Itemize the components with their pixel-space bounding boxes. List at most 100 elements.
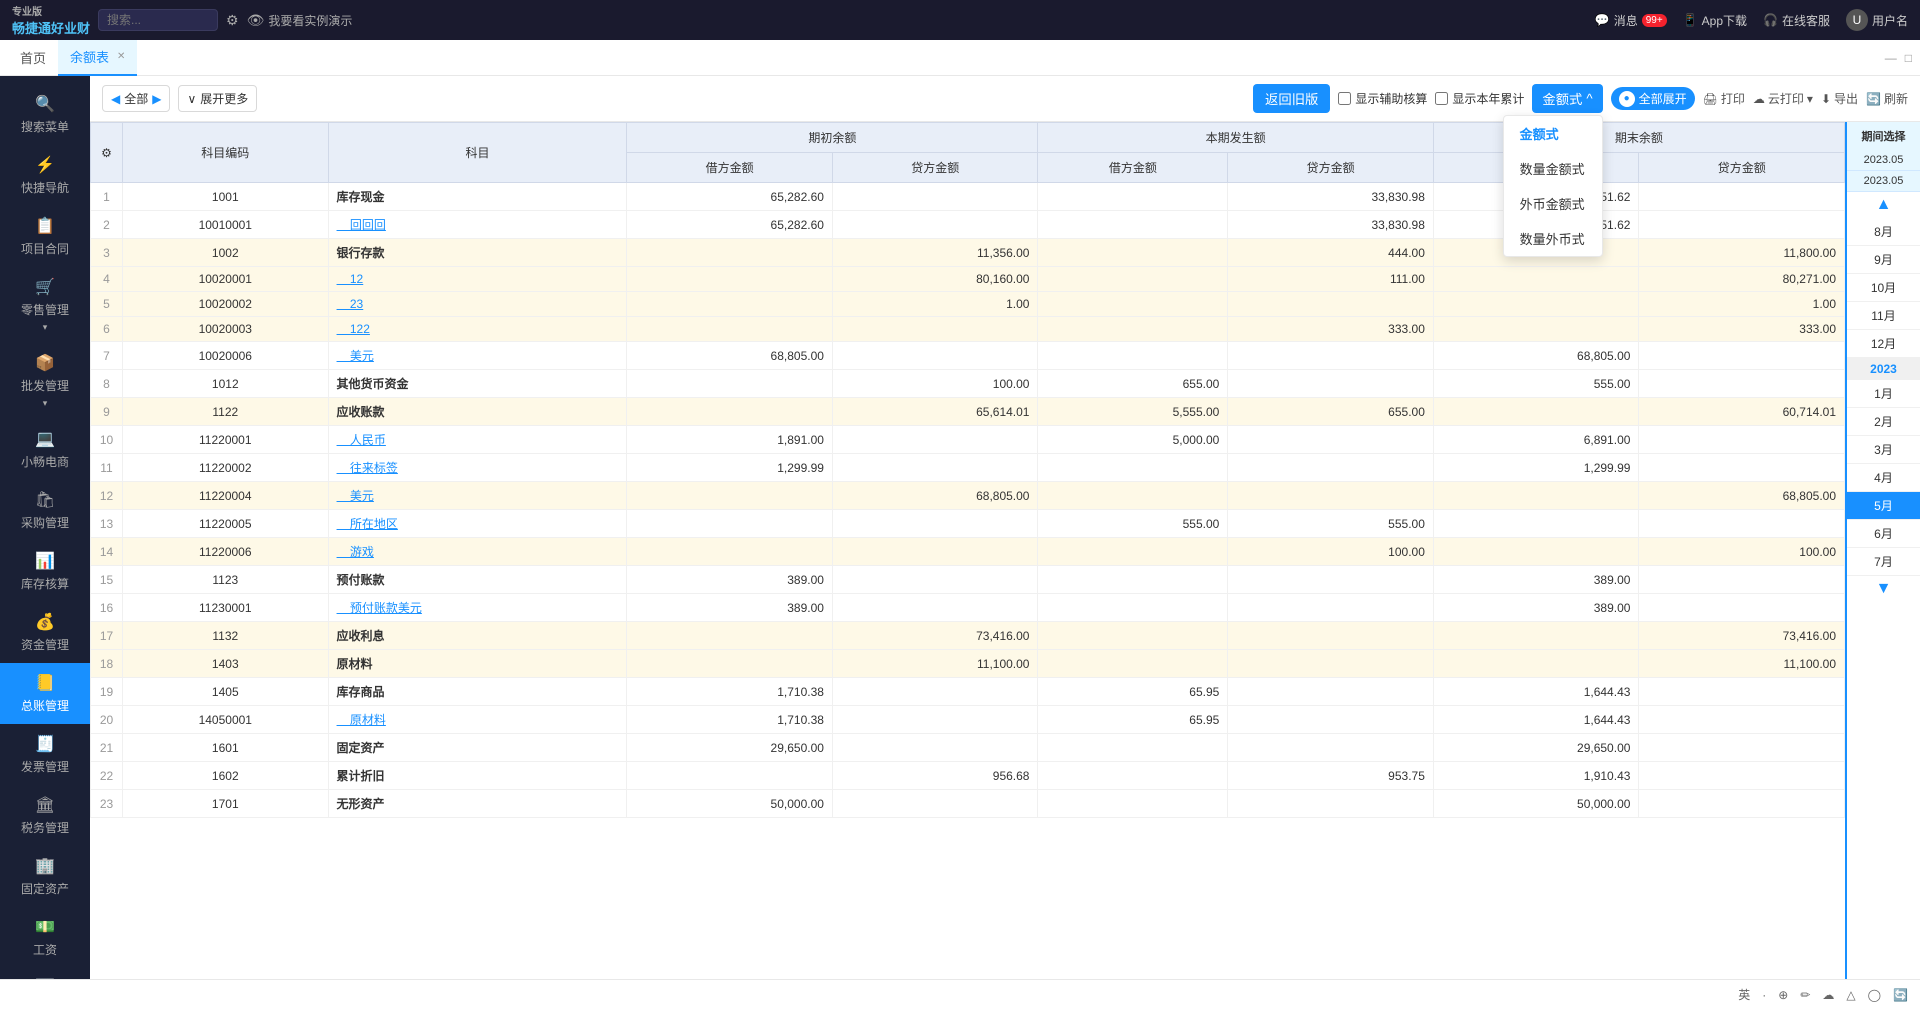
sidebar-item-invoice[interactable]: 🧾 发票管理 <box>0 724 90 785</box>
app-download-btn[interactable]: 📱 App下载 <box>1683 12 1747 29</box>
period-month-5[interactable]: 5月 <box>1847 492 1920 520</box>
sidebar-item-accounting[interactable]: 📒 总账管理 <box>0 663 90 724</box>
tab-maximize-icon[interactable]: □ <box>1905 51 1912 65</box>
row-subject-6[interactable]: 美元 <box>328 342 627 370</box>
row-subject-15[interactable]: 预付账款美元 <box>328 594 627 622</box>
period-month-3[interactable]: 3月 <box>1847 436 1920 464</box>
online-service-btn[interactable]: 🎧 在线客服 <box>1763 12 1830 29</box>
tab-balance[interactable]: 余额表 ✕ <box>58 40 137 76</box>
export-btn[interactable]: ⬇ 导出 <box>1821 90 1858 107</box>
table-row[interactable]: 8 1012 其他货币资金 100.00 655.00 555.00 <box>91 370 1845 398</box>
bottom-cloud-icon[interactable]: ☁ <box>1822 988 1834 1002</box>
table-row[interactable]: 13 11220005 所在地区 555.00 555.00 <box>91 510 1845 538</box>
user-btn[interactable]: U 用户名 <box>1846 9 1908 31</box>
tab-close-icon[interactable]: ✕ <box>117 51 125 62</box>
table-row[interactable]: 9 1122 应收账款 65,614.01 5,555.00 655.00 60… <box>91 398 1845 426</box>
sidebar-item-ecommerce[interactable]: 💻 小畅电商 <box>0 419 90 480</box>
mode-option-foreign-amount[interactable]: 外币金额式 <box>1504 186 1602 221</box>
row-subject-10[interactable]: 往来标签 <box>328 454 627 482</box>
period-month-1[interactable]: 1月 <box>1847 380 1920 408</box>
bottom-refresh-icon[interactable]: 🔄 <box>1893 988 1908 1002</box>
period-nav-up[interactable]: ▲ <box>1847 192 1920 218</box>
period-month-8[interactable]: 8月 <box>1847 218 1920 246</box>
table-row[interactable]: 17 1132 应收利息 73,416.00 73,416.00 <box>91 622 1845 650</box>
sidebar-item-retail[interactable]: 🛒 零售管理 ▾ <box>0 267 90 343</box>
table-row[interactable]: 22 1602 累计折旧 956.68 953.75 1,910.43 <box>91 762 1845 790</box>
row-subject-12[interactable]: 所在地区 <box>328 510 627 538</box>
demo-link[interactable]: 👁 我要看实例演示 <box>247 12 353 29</box>
table-row[interactable]: 12 11220004 美元 68,805.00 68,805.00 <box>91 482 1845 510</box>
mode-btn[interactable]: 金额式 ^ <box>1532 84 1602 113</box>
tab-minimize-icon[interactable]: — <box>1885 51 1897 65</box>
period-month-10[interactable]: 10月 <box>1847 274 1920 302</box>
row-subject-5[interactable]: 122 <box>328 317 627 342</box>
table-row[interactable]: 16 11230001 预付账款美元 389.00 389.00 <box>91 594 1845 622</box>
top-search-input[interactable] <box>98 9 218 31</box>
show-sub-checkbox[interactable]: 显示辅助核算 <box>1338 90 1427 107</box>
sidebar-item-search[interactable]: 🔍 搜索菜单 <box>0 84 90 145</box>
table-row[interactable]: 20 14050001 原材料 1,710.38 65.95 1,644.43 <box>91 706 1845 734</box>
refresh-btn[interactable]: 🔄 刷新 <box>1866 90 1908 107</box>
period-down-icon[interactable]: ▼ <box>1876 580 1892 598</box>
table-row[interactable]: 5 10020002 23 1.00 1.00 <box>91 292 1845 317</box>
table-row[interactable]: 19 1405 库存商品 1,710.38 65.95 1,644.43 <box>91 678 1845 706</box>
row-subject-4[interactable]: 23 <box>328 292 627 317</box>
table-row[interactable]: 11 11220002 往来标签 1,299.99 1,299.99 <box>91 454 1845 482</box>
message-btn[interactable]: 💬 消息 99+ <box>1595 12 1667 29</box>
mode-option-amount[interactable]: 金额式 <box>1504 116 1602 151</box>
bottom-add-icon[interactable]: ⊕ <box>1778 988 1788 1002</box>
period-month-9[interactable]: 9月 <box>1847 246 1920 274</box>
row-subject-19[interactable]: 原材料 <box>328 706 627 734</box>
row-subject-13[interactable]: 游戏 <box>328 538 627 566</box>
row-subject-9[interactable]: 人民币 <box>328 426 627 454</box>
period-year-2023[interactable]: 2023 <box>1847 358 1920 380</box>
bottom-edit-icon[interactable]: ✏ <box>1800 988 1810 1002</box>
bottom-circle-icon[interactable]: ◯ <box>1868 988 1881 1002</box>
sidebar-item-assets[interactable]: 🏢 固定资产 <box>0 846 90 907</box>
tab-home[interactable]: 首页 <box>8 40 58 76</box>
row-subject-3[interactable]: 12 <box>328 267 627 292</box>
settings-icon[interactable]: ⚙ <box>226 12 239 29</box>
row-subject-11[interactable]: 美元 <box>328 482 627 510</box>
mode-option-qty-foreign[interactable]: 数量外币式 <box>1504 221 1602 256</box>
sidebar-item-cashflow[interactable]: 💰 资金管理 <box>0 602 90 663</box>
table-row[interactable]: 18 1403 原材料 11,100.00 11,100.00 <box>91 650 1845 678</box>
sidebar-item-purchase[interactable]: 🛍 采购管理 <box>0 480 90 541</box>
period-up-icon[interactable]: ▲ <box>1876 196 1892 214</box>
period-nav-down[interactable]: ▼ <box>1847 576 1920 602</box>
sidebar-item-quicknav[interactable]: ⚡ 快捷导航 <box>0 145 90 206</box>
period-month-11[interactable]: 11月 <box>1847 302 1920 330</box>
period-month-6[interactable]: 6月 <box>1847 520 1920 548</box>
table-row[interactable]: 21 1601 固定资产 29,650.00 29,650.00 <box>91 734 1845 762</box>
expand-all-toggle[interactable]: ● 全部展开 <box>1611 87 1695 110</box>
table-row[interactable]: 14 11220006 游戏 100.00 100.00 <box>91 538 1845 566</box>
sidebar-item-inventory[interactable]: 📊 库存核算 <box>0 541 90 602</box>
period-month-12[interactable]: 12月 <box>1847 330 1920 358</box>
table-row[interactable]: 15 1123 预付账款 389.00 389.00 <box>91 566 1845 594</box>
mode-option-qty-amount[interactable]: 数量金额式 <box>1504 151 1602 186</box>
show-ytd-checkbox[interactable]: 显示本年累计 <box>1435 90 1524 107</box>
expand-more-btn[interactable]: ∨ 展开更多 <box>178 85 257 112</box>
bottom-lang-btn[interactable]: 英 <box>1738 986 1750 1003</box>
table-row[interactable]: 23 1701 无形资产 50,000.00 50,000.00 <box>91 790 1845 818</box>
sidebar-item-tax[interactable]: 🏛 税务管理 <box>0 785 90 846</box>
period-month-2[interactable]: 2月 <box>1847 408 1920 436</box>
all-filter-btn[interactable]: ◀ 全部 ▶ <box>102 85 170 112</box>
period-month-7[interactable]: 7月 <box>1847 548 1920 576</box>
table-gear-header[interactable]: ⚙ <box>91 123 123 183</box>
row-subject-1[interactable]: 回回回 <box>328 211 627 239</box>
back-old-version-btn[interactable]: 返回旧版 <box>1253 84 1330 113</box>
table-row[interactable]: 6 10020003 122 333.00 333.00 <box>91 317 1845 342</box>
sidebar-item-contract[interactable]: 📋 项目合同 <box>0 206 90 267</box>
sidebar-item-wholesale[interactable]: 📦 批发管理 ▾ <box>0 343 90 419</box>
bottom-triangle-icon[interactable]: △ <box>1846 988 1855 1002</box>
ytd-checkbox-input[interactable] <box>1435 92 1448 105</box>
sidebar-item-payroll[interactable]: 💵 工资 <box>0 907 90 968</box>
cloud-print-btn[interactable]: ☁ 云打印 ▾ <box>1753 90 1813 107</box>
table-row[interactable]: 4 10020001 12 80,160.00 111.00 80,271.00 <box>91 267 1845 292</box>
print-btn[interactable]: 🖨 打印 <box>1703 90 1745 107</box>
period-month-4[interactable]: 4月 <box>1847 464 1920 492</box>
sidebar-item-operations[interactable]: 📈 经营管理 <box>0 968 90 979</box>
sub-checkbox-input[interactable] <box>1338 92 1351 105</box>
table-row[interactable]: 7 10020006 美元 68,805.00 68,805.00 <box>91 342 1845 370</box>
